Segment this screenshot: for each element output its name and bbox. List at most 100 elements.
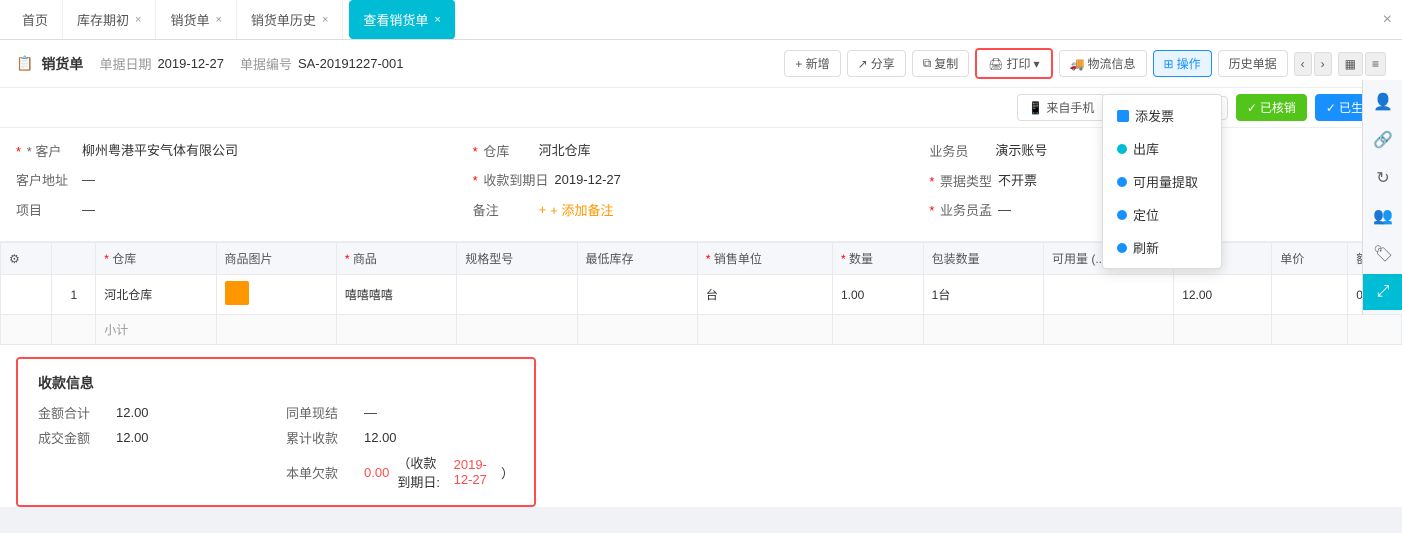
tab-home[interactable]: 首页 (8, 0, 63, 39)
col-min-stock: 最低库存 (577, 243, 697, 275)
col-unit-price: 单价 (1272, 243, 1348, 275)
grid-view-button[interactable]: ▦ (1338, 52, 1363, 76)
sidebar-person-icon[interactable]: 👥 (1363, 198, 1402, 234)
col-settings[interactable]: ⚙ (1, 243, 52, 275)
cell-pack-qty: 1台 (923, 275, 1043, 315)
date-value: 2019-12-27 (157, 56, 224, 71)
total-amount-row: 金额合计 12.00 (38, 403, 266, 422)
same-order-row: 同单现结 — (286, 403, 514, 422)
sidebar-expand-icon[interactable]: ⤢ (1363, 274, 1402, 310)
col-pack-qty: 包装数量 (923, 243, 1043, 275)
print-icon: 🖨 (988, 57, 1003, 71)
plus-icon: + (539, 202, 547, 217)
sidebar-rotate-icon[interactable]: ↻ (1363, 160, 1402, 196)
payment-grid: 金额合计 12.00 同单现结 — 成交金额 12.00 累计收款 12.00 … (38, 403, 514, 491)
share-button[interactable]: ↗ 分享 (847, 50, 906, 77)
print-button[interactable]: 🖨 打印 ▾ (978, 51, 1049, 76)
cell-min-stock (577, 275, 697, 315)
cell-product-img (216, 275, 336, 315)
balance-value: 0.00 (364, 465, 389, 480)
balance-note-end: ） (501, 463, 514, 482)
number-label: 单据编号 (240, 54, 292, 73)
tab-sales-order[interactable]: 销货单 × (156, 0, 236, 39)
balance-row: 本单欠款 0.00 （收款到期日: 2019-12-27 ） (286, 453, 514, 491)
staff-value: 演示账号 (995, 140, 1115, 160)
payment-date-field: * 收款到期日 2019-12-27 (473, 170, 930, 189)
phone-icon: 📱 (1028, 101, 1043, 115)
table-row[interactable]: 1 河北仓库 嘻嘻嘻嘻 台 1.00 1台 12.00 0. (1, 275, 1402, 315)
cancel-badge[interactable]: ✓ 已核销 (1236, 94, 1307, 121)
next-button[interactable]: › (1314, 52, 1332, 76)
copy-icon: ⧉ (923, 56, 932, 71)
cell-seq: 1 (52, 275, 96, 315)
close-tab-sales[interactable]: × (215, 14, 221, 26)
cell-current-stock: 12.00 (1174, 275, 1272, 315)
col-product: * 商品 (336, 243, 456, 275)
payment-date-value[interactable]: 2019-12-27 (554, 172, 674, 188)
ops-icon: ⊞ (1164, 57, 1174, 71)
close-tab-inventory[interactable]: × (135, 14, 141, 26)
doc-type-icon: 📋 (16, 55, 33, 72)
sidebar-link-icon[interactable]: 🔗 (1363, 122, 1402, 158)
cell-settings (1, 275, 52, 315)
sidebar-tag-icon[interactable]: 🏷 (1363, 236, 1402, 272)
new-button[interactable]: + 新增 (784, 50, 840, 77)
transaction-row: 成交金额 12.00 (38, 428, 266, 447)
dropdown-add-invoice[interactable]: 添发票 (1103, 99, 1221, 132)
cell-unit-price (1272, 275, 1348, 315)
copy-button[interactable]: ⧉ 复制 (912, 50, 970, 77)
cell-quantity: 1.00 (832, 275, 923, 315)
dropdown-locate[interactable]: 定位 (1103, 198, 1221, 231)
payment-title: 收款信息 (38, 373, 514, 393)
list-view-button[interactable]: ≡ (1365, 52, 1386, 76)
cell-warehouse: 河北仓库 (96, 275, 216, 315)
cancel-check-icon: ✓ (1247, 101, 1257, 115)
total-amount-label: 金额合计 (38, 403, 108, 422)
warehouse-out-icon (1117, 144, 1127, 154)
address-value: — (82, 172, 202, 188)
transaction-label: 成交金额 (38, 428, 108, 447)
same-order-value: — (364, 405, 377, 420)
cell-sales-unit: 台 (697, 275, 832, 315)
col-product-img: 商品图片 (216, 243, 336, 275)
close-window-button[interactable]: × (1383, 11, 1392, 29)
tab-view-sales[interactable]: 查看销货单 × (349, 0, 455, 39)
product-image (225, 281, 249, 305)
add-note-button[interactable]: + + 添加备注 (539, 200, 614, 219)
close-tab-view[interactable]: × (434, 14, 440, 26)
total-amount-value: 12.00 (116, 405, 149, 420)
locate-icon (1117, 210, 1127, 220)
sidebar-user-icon[interactable]: 👤 (1363, 84, 1402, 120)
doc-date-meta: 单据日期 2019-12-27 (99, 54, 224, 73)
share-icon: ↗ (858, 57, 868, 71)
col-sales-unit: * 销售单位 (697, 243, 832, 275)
dropdown-refresh[interactable]: 刷新 (1103, 231, 1221, 264)
refresh-icon (1117, 243, 1127, 253)
col-seq (52, 243, 96, 275)
col-warehouse: * 仓库 (96, 243, 216, 275)
tab-inventory-open[interactable]: 库存期初 × (63, 0, 156, 39)
logistics-button[interactable]: 🚚 物流信息 (1059, 50, 1147, 77)
ticket-type-value[interactable]: 不开票 (998, 170, 1118, 190)
tab-bar: 首页 库存期初 × 销货单 × 销货单历史 × 查看销货单 × × (0, 0, 1402, 40)
history-button[interactable]: 历史单据 (1218, 50, 1288, 77)
subtotal-label: 小计 (96, 315, 216, 345)
customer-value[interactable]: 柳州粤港平安气体有限公司 (82, 140, 238, 160)
tab-sales-history[interactable]: 销货单历史 × (237, 0, 343, 39)
dropdown-warehouse-out[interactable]: 出库 (1103, 132, 1221, 165)
warehouse-value[interactable]: 河北仓库 (539, 140, 659, 160)
from-phone-button[interactable]: 📱 来自手机 (1017, 94, 1105, 121)
doc-type-label: 销货单 (41, 54, 83, 74)
truck-icon: 🚚 (1070, 57, 1085, 71)
cumulative-row: 累计收款 12.00 (286, 428, 514, 447)
transaction-value: 12.00 (116, 430, 149, 445)
balance-date: 2019-12-27 (454, 457, 493, 487)
project-field: 项目 — (16, 200, 473, 219)
col-spec: 规格型号 (457, 243, 577, 275)
dropdown-quantity-extract[interactable]: 可用量提取 (1103, 165, 1221, 198)
operations-button[interactable]: ⊞ 操作 (1153, 50, 1212, 77)
effect-check-icon: ✓ (1326, 101, 1336, 115)
close-tab-history[interactable]: × (322, 14, 328, 26)
balance-label: 本单欠款 (286, 463, 356, 482)
prev-button[interactable]: ‹ (1294, 52, 1312, 76)
